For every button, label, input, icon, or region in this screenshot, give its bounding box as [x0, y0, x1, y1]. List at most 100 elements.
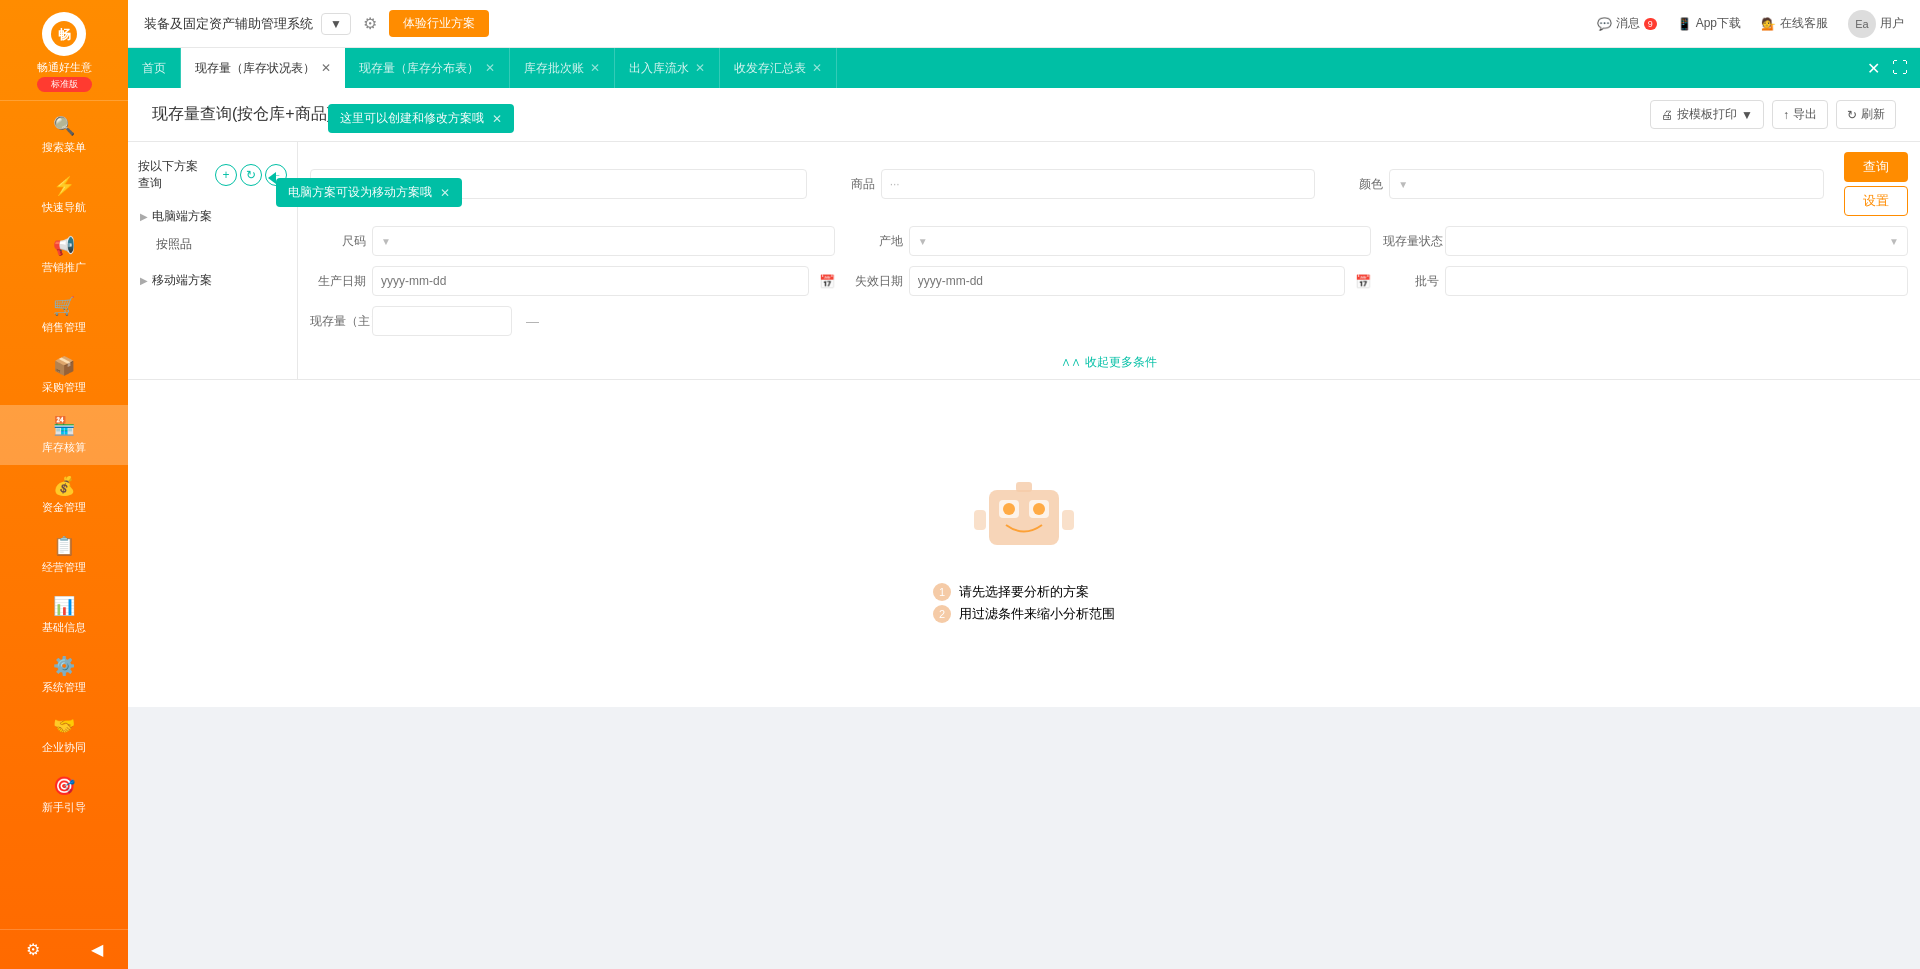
tooltip-text: 电脑方案可设为移动方案哦: [288, 184, 432, 201]
step-2-text: 用过滤条件来缩小分析范围: [959, 605, 1115, 623]
sidebar-item-enterprise[interactable]: 🤝 企业协同: [0, 705, 128, 765]
reset-btn[interactable]: 设置: [1844, 186, 1908, 216]
sidebar-item-label: 采购管理: [42, 380, 86, 395]
collapse-btn[interactable]: ∧∧ 收起更多条件: [310, 346, 1908, 379]
logo-text: 畅通好生意 标准版: [37, 60, 92, 92]
sidebar-item-label: 资金管理: [42, 500, 86, 515]
tab-inventory-dist[interactable]: 现存量（库存分布表） ✕: [345, 48, 510, 88]
tab-inout-flow[interactable]: 出入库流水 ✕: [615, 48, 720, 88]
inv-qty-dash: —: [526, 314, 539, 329]
filter-row-2: 尺码 ▼ 产地 ▼ 现存量状态: [310, 226, 1908, 256]
field-group-expire-date: 失效日期 📅: [847, 266, 1372, 296]
topbar-right: 💬 消息 9 📱 App下载 💁 在线客服 Ea 用户: [1597, 10, 1904, 38]
sidebar-item-finance[interactable]: 💰 资金管理: [0, 465, 128, 525]
desktop-scheme-label: 电脑端方案: [152, 208, 212, 225]
tab-inventory-dist-label: 现存量（库存分布表）: [359, 60, 479, 77]
tooltip-close-btn[interactable]: ✕: [440, 186, 450, 200]
system-icon: ⚙️: [53, 655, 75, 677]
sidebar-item-system[interactable]: ⚙️ 系统管理: [0, 645, 128, 705]
notification-btn[interactable]: 💬 消息 9: [1597, 15, 1657, 32]
field-control-origin[interactable]: ▼: [909, 226, 1372, 256]
chevron-inv-status-icon: ▼: [1889, 236, 1899, 247]
phone-icon: 📱: [1677, 17, 1692, 31]
sidebar-item-label: 经营管理: [42, 560, 86, 575]
calendar-icon-1[interactable]: 📅: [819, 274, 835, 289]
sidebar-collapse-btn[interactable]: ◀: [91, 940, 103, 959]
tab-batch-ledger-label: 库存批次账: [524, 60, 584, 77]
export-btn[interactable]: ↑ 导出: [1772, 100, 1828, 129]
field-control-color[interactable]: ▼: [1389, 169, 1824, 199]
operations-icon: 📋: [53, 535, 75, 557]
topbar-settings-icon[interactable]: ⚙: [363, 14, 377, 33]
tooltip2-close-btn[interactable]: ✕: [492, 112, 502, 126]
user-menu[interactable]: Ea 用户: [1848, 10, 1904, 38]
tab-close-icon[interactable]: ✕: [590, 61, 600, 75]
tab-close-all-btn[interactable]: ✕: [1863, 55, 1884, 82]
batch-input[interactable]: [1445, 266, 1908, 296]
sidebar-item-operations[interactable]: 📋 经营管理: [0, 525, 128, 585]
sidebar-item-nav[interactable]: ⚡ 快速导航: [0, 165, 128, 225]
tab-close-icon[interactable]: ✕: [321, 61, 331, 75]
field-control-size[interactable]: ▼: [372, 226, 835, 256]
tab-batch-ledger[interactable]: 库存批次账 ✕: [510, 48, 615, 88]
message-icon: 💬: [1597, 17, 1612, 31]
sidebar-item-search[interactable]: 🔍 搜索菜单: [0, 105, 128, 165]
add-scheme-btn[interactable]: +: [215, 164, 237, 186]
tab-fullscreen-btn[interactable]: ⛶: [1888, 55, 1912, 81]
calendar-icon-2[interactable]: 📅: [1355, 274, 1371, 289]
refresh-btn[interactable]: ↻ 刷新: [1836, 100, 1896, 129]
sidebar-item-label: 基础信息: [42, 620, 86, 635]
produce-date-input[interactable]: [372, 266, 809, 296]
sidebar-settings-btn[interactable]: ⚙: [26, 940, 40, 959]
sidebar-item-purchase[interactable]: 📦 采购管理: [0, 345, 128, 405]
app-name: 装备及固定资产辅助管理系统: [144, 15, 313, 33]
tooltip-arrow-left: [268, 172, 276, 184]
field-group-batch: 批号: [1383, 266, 1908, 296]
svg-rect-8: [974, 510, 986, 530]
sidebar-item-inventory[interactable]: 🏪 库存核算: [0, 405, 128, 465]
chevron-color-icon: ▼: [1398, 179, 1408, 190]
field-control-goods[interactable]: ···: [881, 169, 1316, 199]
basic-icon: 📊: [53, 595, 75, 617]
expire-date-input[interactable]: [909, 266, 1346, 296]
scheme-sidebar: 按以下方案查询 + ↻ ←: [128, 142, 298, 379]
purchase-icon: 📦: [53, 355, 75, 377]
sidebar-item-basic[interactable]: 📊 基础信息: [0, 585, 128, 645]
field-group-color: 颜色 ▼: [1327, 169, 1824, 199]
app-download-btn[interactable]: 📱 App下载: [1677, 15, 1741, 32]
empty-step-2: 2 用过滤条件来缩小分析范围: [933, 605, 1115, 623]
query-btn[interactable]: 查询: [1844, 152, 1908, 182]
plus-icon: +: [222, 168, 229, 182]
mobile-scheme-group[interactable]: ▶ 移动端方案: [128, 266, 297, 295]
inv-qty-min-input[interactable]: [372, 306, 512, 336]
field-group-origin: 产地 ▼: [847, 226, 1372, 256]
sidebar-item-label: 营销推广: [42, 260, 86, 275]
content-inner: 现存量查询(按仓库+商品) 🖨 按模板打印 ▼ ↑ 导出 ↻ 刷新: [128, 88, 1920, 707]
step-num-2: 2: [933, 605, 951, 623]
app-select-arrow: ▼: [330, 17, 342, 31]
sidebar-item-sales[interactable]: 🛒 销售管理: [0, 285, 128, 345]
app-select[interactable]: ▼: [321, 13, 351, 35]
desktop-scheme-group[interactable]: ▶ 电脑端方案: [128, 202, 297, 231]
field-label-color: 颜色: [1327, 176, 1383, 193]
export-icon: ↑: [1783, 108, 1789, 122]
tab-close-icon[interactable]: ✕: [695, 61, 705, 75]
experience-btn[interactable]: 体验行业方案: [389, 10, 489, 37]
scheme-item-product[interactable]: 按照品: [128, 231, 297, 258]
print-btn[interactable]: 🖨 按模板打印 ▼: [1650, 100, 1764, 129]
sidebar-item-guide[interactable]: 🎯 新手引导: [0, 765, 128, 825]
tab-home[interactable]: 首页: [128, 48, 181, 88]
tab-collect-summary[interactable]: 收发存汇总表 ✕: [720, 48, 837, 88]
field-group-inv-qty: 现存量（主） —: [310, 306, 1908, 336]
notification-badge: 9: [1644, 18, 1657, 30]
tab-inventory-status[interactable]: 现存量（库存状况表） ✕: [181, 48, 345, 88]
online-support-btn[interactable]: 💁 在线客服: [1761, 15, 1828, 32]
tab-close-icon[interactable]: ✕: [812, 61, 822, 75]
refresh-scheme-btn[interactable]: ↻: [240, 164, 262, 186]
svg-point-6: [1033, 503, 1045, 515]
tab-close-icon[interactable]: ✕: [485, 61, 495, 75]
sidebar-item-label: 搜索菜单: [42, 140, 86, 155]
sidebar-item-marketing[interactable]: 📢 营销推广: [0, 225, 128, 285]
field-control-inv-status[interactable]: ▼: [1445, 226, 1908, 256]
tab-end-btns: ✕ ⛶: [1863, 55, 1912, 82]
